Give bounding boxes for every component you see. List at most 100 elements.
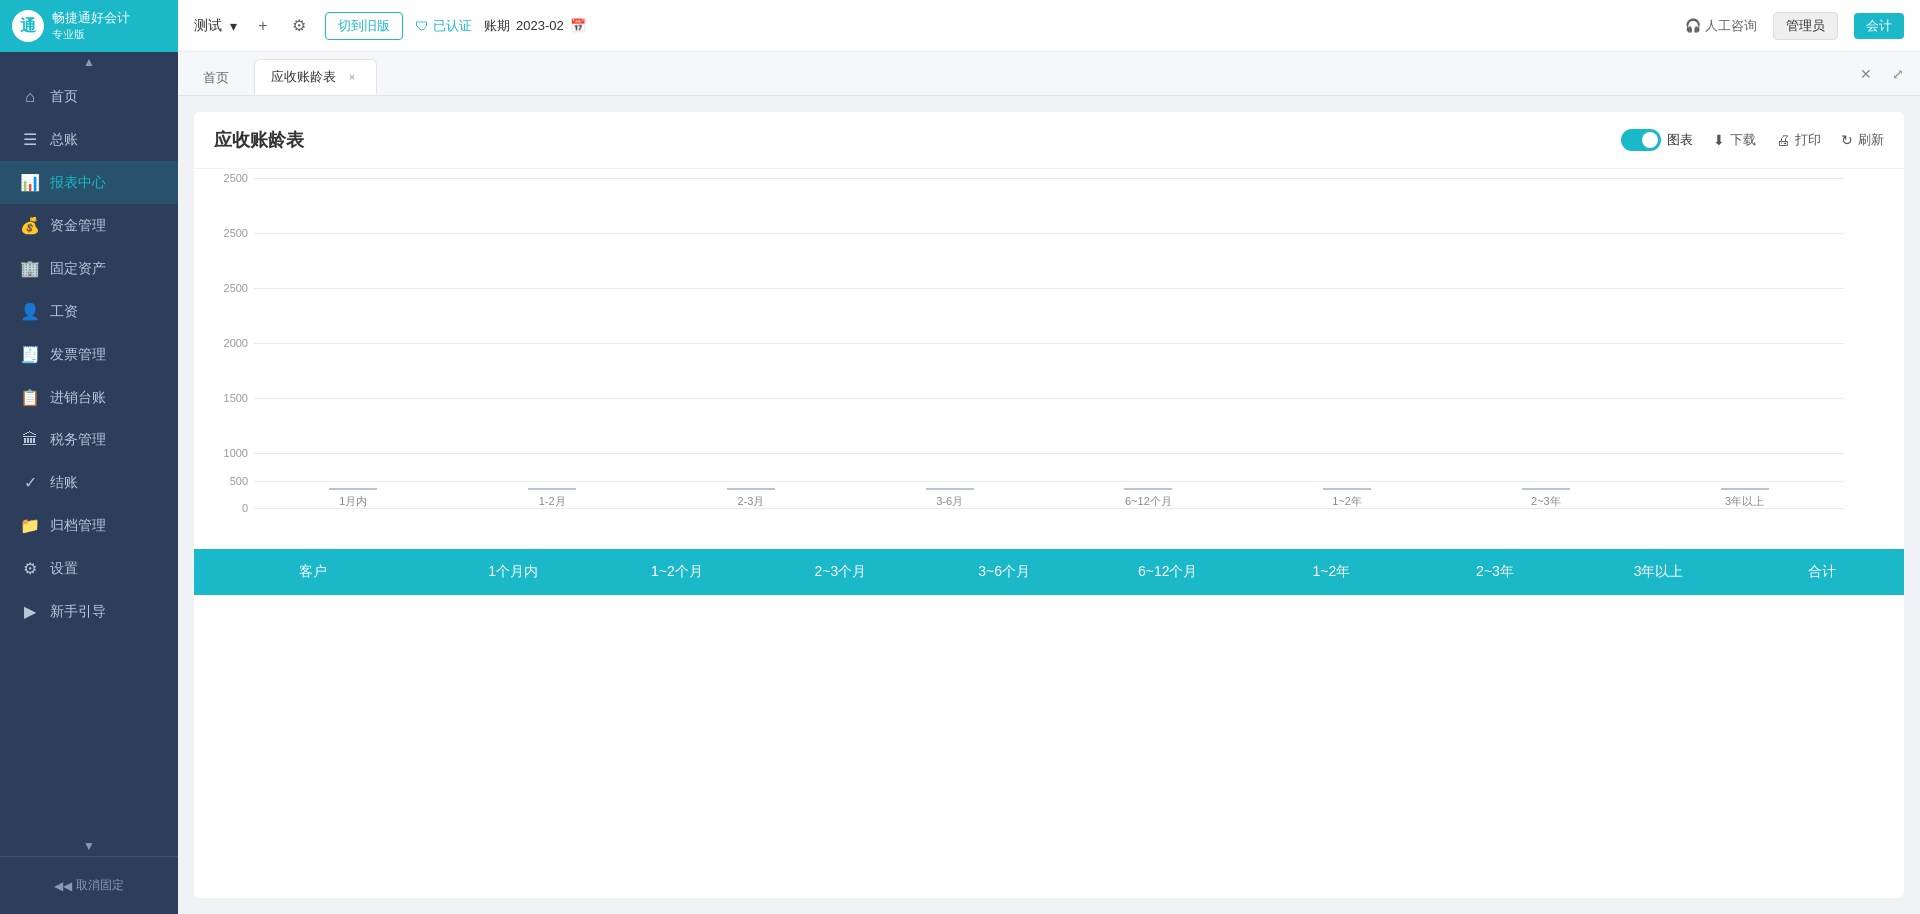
tab-close-icon[interactable]: ×	[344, 69, 360, 85]
bar-label-2-3m: 2-3月	[737, 494, 764, 509]
tax-icon: 🏛	[20, 431, 40, 449]
sidebar-item-label-tm: 税务管理	[50, 431, 106, 449]
main-area: 测试 ▾ + ⚙ 切到旧版 🛡 已认证 账期 2023-02 📅 🎧 人工咨询 …	[178, 0, 1920, 914]
sidebar-item-settings[interactable]: ⚙ 设置	[0, 547, 178, 590]
chart-toggle[interactable]	[1621, 129, 1661, 151]
certified-label: 已认证	[433, 17, 472, 35]
project-selector[interactable]: 测试 ▾	[194, 17, 237, 35]
th-1-2y: 1~2年	[1250, 549, 1414, 595]
topbar: 测试 ▾ + ⚙ 切到旧版 🛡 已认证 账期 2023-02 📅 🎧 人工咨询 …	[178, 0, 1920, 52]
bar-label-1-2m: 1-2月	[539, 494, 566, 509]
content-area: 应收账龄表 图表 ⬇ 下载 🖨 打印 ↻	[178, 96, 1920, 914]
cancel-fixed-icon: ◀◀	[54, 879, 72, 893]
sidebar-item-label-gl: 总账	[50, 131, 78, 149]
bar-1-2y	[1323, 488, 1371, 490]
chevron-down-icon: ▾	[230, 18, 237, 34]
print-icon: 🖨	[1776, 132, 1790, 148]
sidebar-item-newcomer-guide[interactable]: ▶ 新手引导	[0, 590, 178, 633]
bar-group-1m: 1月内	[329, 488, 377, 509]
sidebar-item-purchase-sales[interactable]: 📋 进销台账	[0, 376, 178, 419]
assets-icon: 🏢	[20, 259, 40, 278]
sidebar-item-label-cl: 结账	[50, 474, 78, 492]
bar-6-12m	[1124, 488, 1172, 490]
print-label: 打印	[1795, 131, 1821, 149]
shield-icon: 🛡	[415, 18, 429, 34]
sidebar-item-label-am: 归档管理	[50, 517, 106, 535]
close-panel-btn[interactable]: ✕	[1852, 60, 1880, 88]
refresh-btn[interactable]: ↻ 刷新	[1841, 131, 1884, 149]
bar-3y-plus	[1721, 488, 1769, 490]
project-name: 测试	[194, 17, 222, 35]
sidebar-item-home[interactable]: ⌂ 首页	[0, 76, 178, 118]
download-btn[interactable]: ⬇ 下载	[1713, 131, 1756, 149]
certified-badge: 🛡 已认证	[415, 17, 472, 35]
bar-chart: 2500 2500 2500 2000 1500 1000 500 0 1月内	[194, 169, 1904, 549]
sidebar: 通 畅捷通好会计 专业版 ▲ ⌂ 首页 ☰ 总账 📊 报表中心 💰 资金管理 🏢…	[0, 0, 178, 914]
sidebar-item-closing[interactable]: ✓ 结账	[0, 461, 178, 504]
th-3-6m: 3~6个月	[922, 549, 1086, 595]
bar-1m	[329, 488, 377, 490]
topbar-right: 🎧 人工咨询 管理员 会计	[1685, 12, 1904, 40]
th-customer: 客户	[194, 549, 431, 595]
page-title: 应收账龄表	[214, 128, 304, 152]
sidebar-item-label-st: 设置	[50, 560, 78, 578]
refresh-icon: ↻	[1841, 132, 1853, 148]
sidebar-item-archive-management[interactable]: 📁 归档管理	[0, 504, 178, 547]
role-btn[interactable]: 会计	[1854, 13, 1904, 39]
sidebar-item-label-home: 首页	[50, 88, 78, 106]
download-icon: ⬇	[1713, 132, 1725, 148]
sidebar-item-fixed-assets[interactable]: 🏢 固定资产	[0, 247, 178, 290]
sidebar-item-payroll[interactable]: 👤 工资	[0, 290, 178, 333]
sidebar-bottom: ◀◀ 取消固定	[0, 856, 178, 914]
scroll-up-btn[interactable]: ▲	[0, 52, 178, 72]
tabbar-actions: ✕ ⤢	[1852, 52, 1920, 95]
sidebar-item-label-im: 发票管理	[50, 346, 106, 364]
home-icon: ⌂	[20, 88, 40, 106]
support-btn[interactable]: 🎧 人工咨询	[1685, 17, 1757, 35]
sidebar-item-label-ng: 新手引导	[50, 603, 106, 621]
expand-panel-btn[interactable]: ⤢	[1884, 60, 1912, 88]
sidebar-item-report-center[interactable]: 📊 报表中心	[0, 161, 178, 204]
scroll-down-btn[interactable]: ▼	[0, 836, 178, 856]
th-2-3m: 2~3个月	[759, 549, 923, 595]
sidebar-item-label-rc: 报表中心	[50, 174, 106, 192]
bar-group-3y-plus: 3年以上	[1721, 488, 1769, 509]
cancel-fixed-btn[interactable]: ◀◀ 取消固定	[0, 867, 178, 904]
bar-label-1-2y: 1~2年	[1332, 494, 1362, 509]
headset-icon: 🎧	[1685, 18, 1701, 33]
bar-label-3-6m: 3-6月	[936, 494, 963, 509]
archive-icon: 📁	[20, 516, 40, 535]
bar-1-2m	[528, 488, 576, 490]
add-btn[interactable]: +	[249, 12, 277, 40]
topbar-settings-btn[interactable]: ⚙	[285, 12, 313, 40]
bar-group-6-12m: 6~12个月	[1124, 488, 1172, 509]
sidebar-item-fund-management[interactable]: 💰 资金管理	[0, 204, 178, 247]
tab-receivables-aging[interactable]: 应收账龄表 ×	[254, 59, 377, 95]
sidebar-item-invoice-management[interactable]: 🧾 发票管理	[0, 333, 178, 376]
bar-label-1m: 1月内	[339, 494, 367, 509]
bar-label-2-3y: 2~3年	[1531, 494, 1561, 509]
bar-label-6-12m: 6~12个月	[1125, 494, 1172, 509]
bar-group-3-6m: 3-6月	[926, 488, 974, 509]
content-scroll[interactable]: 2500 2500 2500 2000 1500 1000 500 0 1月内	[194, 169, 1904, 898]
th-6-12m: 6~12个月	[1086, 549, 1250, 595]
sidebar-item-general-ledger[interactable]: ☰ 总账	[0, 118, 178, 161]
period-info: 账期 2023-02 📅	[484, 17, 586, 35]
sidebar-item-tax-management[interactable]: 🏛 税务管理	[0, 419, 178, 461]
tabbar: 首页 应收账龄表 × ✕ ⤢	[178, 52, 1920, 96]
cancel-fixed-label: 取消固定	[76, 877, 124, 894]
bar-2-3y	[1522, 488, 1570, 490]
sidebar-logo: 通 畅捷通好会计 专业版	[0, 0, 178, 52]
chart-toggle-label: 图表	[1667, 131, 1693, 149]
tab-home-label: 首页	[203, 69, 229, 87]
manager-btn[interactable]: 管理员	[1773, 12, 1838, 40]
download-label: 下载	[1730, 131, 1756, 149]
support-label: 人工咨询	[1705, 17, 1757, 35]
bar-group-1-2m: 1-2月	[528, 488, 576, 509]
switch-version-btn[interactable]: 切到旧版	[325, 12, 403, 40]
period-text: 账期	[484, 17, 510, 35]
th-1m: 1个月内	[431, 549, 595, 595]
purchase-icon: 📋	[20, 388, 40, 407]
print-btn[interactable]: 🖨 打印	[1776, 131, 1821, 149]
tab-home[interactable]: 首页	[186, 59, 246, 95]
